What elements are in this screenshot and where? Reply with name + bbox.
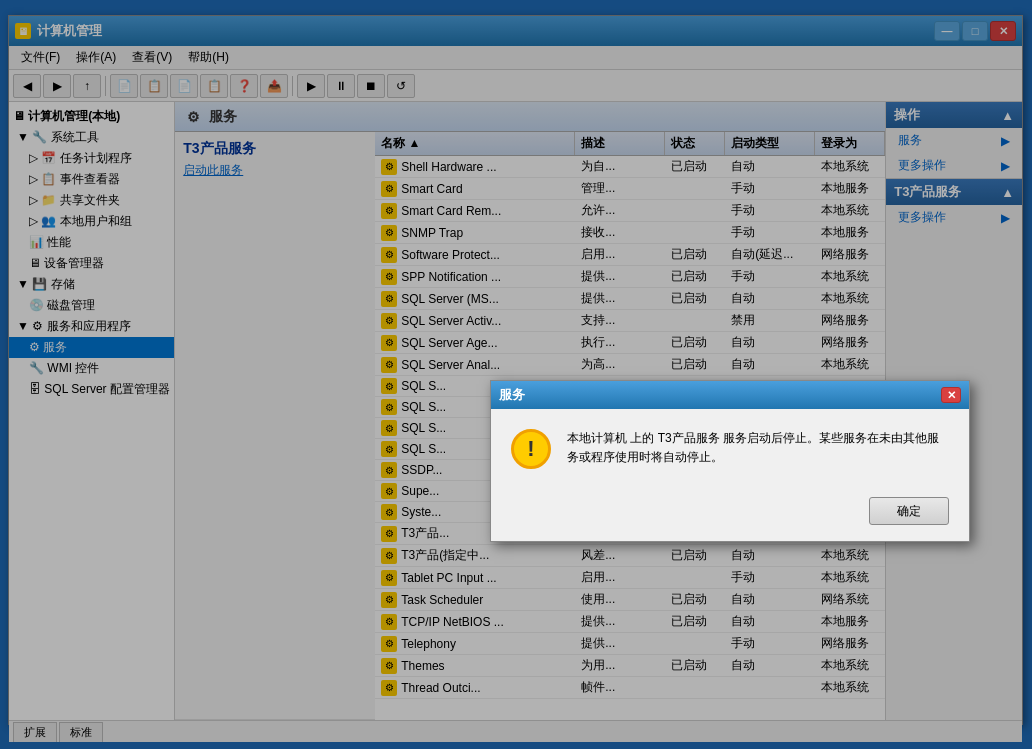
dialog-warning-icon: ! bbox=[511, 429, 551, 469]
dialog-message: 本地计算机 上的 T3产品服务 服务启动后停止。某些服务在未由其他服务或程序使用… bbox=[567, 429, 949, 467]
dialog-title-bar: 服务 ✕ bbox=[491, 381, 969, 409]
dialog-title: 服务 bbox=[499, 386, 525, 404]
dialog-ok-button[interactable]: 确定 bbox=[869, 497, 949, 525]
dialog: 服务 ✕ ! 本地计算机 上的 T3产品服务 服务启动后停止。某些服务在未由其他… bbox=[490, 380, 970, 542]
dialog-footer: 确定 bbox=[491, 489, 969, 541]
warning-icon: ! bbox=[511, 429, 551, 469]
dialog-overlay: 服务 ✕ ! 本地计算机 上的 T3产品服务 服务启动后停止。某些服务在未由其他… bbox=[0, 0, 1032, 749]
dialog-close-button[interactable]: ✕ bbox=[941, 387, 961, 403]
dialog-body: ! 本地计算机 上的 T3产品服务 服务启动后停止。某些服务在未由其他服务或程序… bbox=[491, 409, 969, 489]
